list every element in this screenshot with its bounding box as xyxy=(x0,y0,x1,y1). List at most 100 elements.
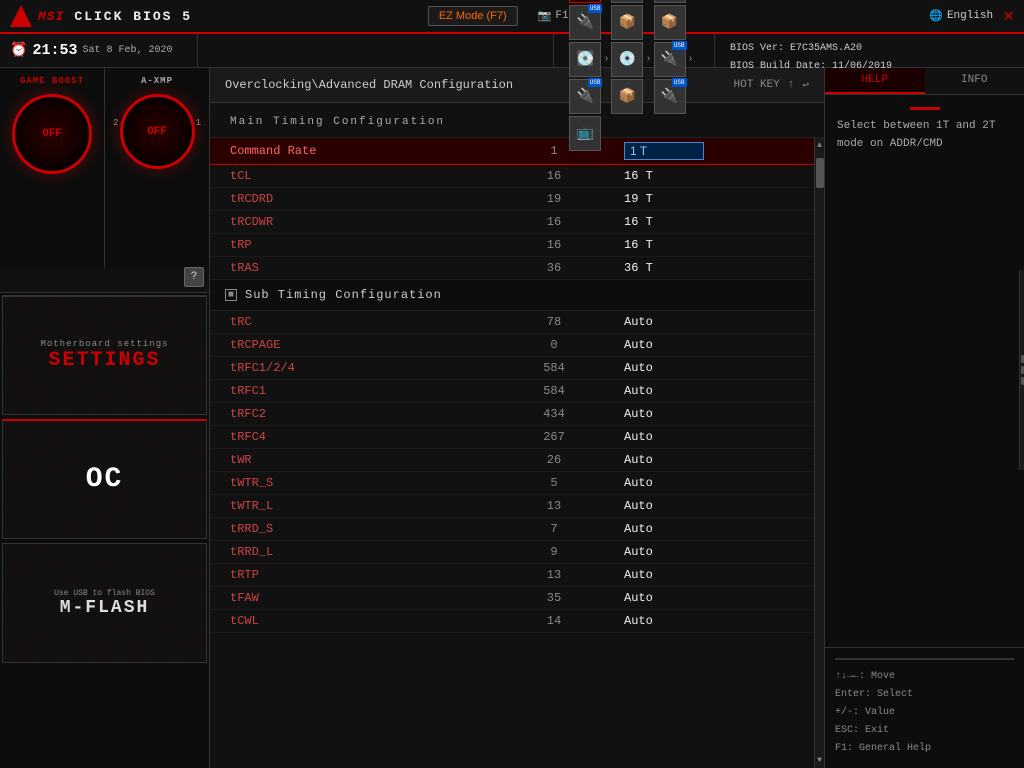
help-question-button[interactable]: ? xyxy=(184,267,204,287)
top-right: 🌐 English ✕ xyxy=(929,5,1014,27)
table-row[interactable]: tRFC1/2/4 584 Auto xyxy=(210,357,814,380)
section-title: Main Timing Configuration xyxy=(230,116,445,128)
table-row[interactable]: tRCDRD 19 19 T xyxy=(210,188,814,211)
boot-device-2[interactable]: 💿 xyxy=(611,0,643,3)
boot-device-usb-4[interactable]: 🔌 USB xyxy=(569,79,601,114)
time-display: 21:53 xyxy=(32,42,77,59)
usb-icon-3: 🔌 xyxy=(661,51,678,68)
settings-panel[interactable]: Motherboard settings SETTINGS xyxy=(2,295,207,415)
key-value: +/-: Value xyxy=(835,704,1014,722)
section-header: Main Timing Configuration xyxy=(210,103,824,138)
boot-device-6[interactable]: 💿 xyxy=(611,42,643,77)
help-tab[interactable]: HELP xyxy=(825,68,925,94)
usb-label-4: USB xyxy=(588,78,603,87)
boot-device-usb-2[interactable]: 🔌 USB xyxy=(569,5,601,40)
mflash-main-label: M-FLASH xyxy=(60,598,150,618)
key-esc: ESC: Exit xyxy=(835,722,1014,740)
right-panel: HELP INFO Select between 1T and 2T mode … xyxy=(824,68,1024,768)
boot-device-7[interactable]: 📦 xyxy=(611,79,643,114)
mflash-sub-label: Use USB to flash BIOS xyxy=(54,589,155,598)
language-button[interactable]: 🌐 English xyxy=(929,9,993,23)
usb-icon-4: 🔌 xyxy=(577,88,594,105)
table-row[interactable]: tRCDWR 16 16 T xyxy=(210,211,814,234)
key-move: ↑↓→←: Move xyxy=(835,668,1014,686)
msi-logo: MSI CLICK BIOS 5 xyxy=(0,5,202,27)
oc-panel-main: OC xyxy=(86,464,124,495)
close-button[interactable]: ✕ xyxy=(1003,5,1014,27)
boot-device-usb-3[interactable]: 🔌 USB xyxy=(654,42,686,77)
hdd-icon-1: 📦 xyxy=(619,14,636,31)
clock-icon: ⏰ xyxy=(10,42,27,59)
boot-device-3[interactable]: 📦 xyxy=(611,5,643,40)
table-row[interactable]: tRP 16 16 T xyxy=(210,234,814,257)
ez-mode-button[interactable]: EZ Mode (F7) xyxy=(428,6,518,26)
key-f1: F1: General Help xyxy=(835,740,1014,758)
cd-icon: 💿 xyxy=(619,51,636,68)
table-row[interactable]: tCWL 14 Auto xyxy=(210,610,814,633)
date-display: Sat 8 Feb, 2020 xyxy=(82,45,172,56)
boot-device-1[interactable]: 💿 xyxy=(569,0,601,3)
axmp-num-2: 2 xyxy=(113,118,118,128)
game-boost-state: OFF xyxy=(42,128,62,140)
bios-version: BIOS Ver: E7C35AMS.A20 xyxy=(730,40,1014,58)
camera-icon: 📷 xyxy=(538,9,552,23)
mflash-panel[interactable]: Use USB to flash BIOS M-FLASH xyxy=(2,543,207,663)
settings-table: Command Rate 1 tCL 16 16 T tRCDRD 19 19 … xyxy=(210,138,814,768)
scroll-up-arrow[interactable]: ▲ xyxy=(814,138,824,153)
table-row[interactable]: tRC 78 Auto xyxy=(210,311,814,334)
globe-icon: 🌐 xyxy=(929,9,943,23)
oc-panel[interactable]: OC xyxy=(2,419,207,539)
usb-icon-2: 🔌 xyxy=(577,14,594,31)
left-sidebar: GAME BOOST OFF A-XMP OFF 2 1 ? Motherboa… xyxy=(0,68,210,768)
box-icon: 📦 xyxy=(619,88,636,105)
usb-label-3: USB xyxy=(672,41,687,50)
table-row[interactable]: tRRD_S 7 Auto xyxy=(210,518,814,541)
sub-timing-header[interactable]: ■ Sub Timing Configuration xyxy=(210,280,814,311)
usb-icon-5: 🔌 xyxy=(661,88,678,105)
sub-timing-title: Sub Timing Configuration xyxy=(245,288,442,302)
table-row[interactable]: tCL 16 16 T xyxy=(210,165,814,188)
axmp-num-1: 1 xyxy=(196,118,201,128)
boost-xmp-section: GAME BOOST OFF A-XMP OFF 2 1 xyxy=(0,68,209,268)
boot-device-4[interactable]: 📦 xyxy=(654,5,686,40)
table-row[interactable]: tRRD_L 9 Auto xyxy=(210,541,814,564)
sub-timing-toggle[interactable]: ■ xyxy=(225,289,237,301)
keyboard-shortcuts: ↑↓→←: Move Enter: Select +/-: Value ESC:… xyxy=(825,647,1024,768)
right-tabs: HELP INFO xyxy=(825,68,1024,95)
help-text: Select between 1T and 2T mode on ADDR/CM… xyxy=(837,118,1012,153)
top-bar: MSI CLICK BIOS 5 EZ Mode (F7) 📷 F12 🌐 En… xyxy=(0,0,1024,34)
boot-device-usb-5[interactable]: 🔌 USB xyxy=(654,79,686,114)
scroll-down-arrow[interactable]: ▼ xyxy=(814,753,824,768)
boot-device-monitor[interactable]: 📺 xyxy=(569,116,601,151)
table-row[interactable]: tWTR_S 5 Auto xyxy=(210,472,814,495)
table-row[interactable]: tRFC1 584 Auto xyxy=(210,380,814,403)
floppy-icon: 💽 xyxy=(577,51,594,68)
key-enter: Enter: Select xyxy=(835,686,1014,704)
settings-panel-main: SETTINGS xyxy=(48,349,160,372)
table-row[interactable]: tRTP 13 Auto xyxy=(210,564,814,587)
boot-device-usb-1[interactable]: 🔌 USB xyxy=(654,0,686,3)
table-row[interactable]: tRFC2 434 Auto xyxy=(210,403,814,426)
bios-title-text: CLICK BIOS 5 xyxy=(74,9,192,24)
hdd-icon-2: 📦 xyxy=(661,14,678,31)
settings-panel-label: Motherboard settings xyxy=(40,339,168,349)
table-row[interactable]: tFAW 35 Auto xyxy=(210,587,814,610)
table-row[interactable]: Command Rate 1 xyxy=(210,138,814,165)
scrollbar[interactable]: ▲ ▼ xyxy=(814,138,824,768)
table-row[interactable]: tRFC4 267 Auto xyxy=(210,426,814,449)
scroll-thumb[interactable] xyxy=(816,158,824,188)
game-boost-knob[interactable]: OFF xyxy=(12,94,92,174)
msi-brand-text: MSI xyxy=(38,9,64,24)
info-tab[interactable]: INFO xyxy=(925,68,1024,94)
boot-device-5[interactable]: 💽 xyxy=(569,42,601,77)
table-row[interactable]: tRCPAGE 0 Auto xyxy=(210,334,814,357)
breadcrumb-path: Overclocking\Advanced DRAM Configuration xyxy=(225,78,513,92)
usb-label-2: USB xyxy=(588,4,603,13)
command-rate-input[interactable] xyxy=(624,142,704,160)
scroll-up-icon: ↑ xyxy=(788,79,795,91)
axmp-knob[interactable]: OFF xyxy=(120,94,195,169)
table-row[interactable]: tWR 26 Auto xyxy=(210,449,814,472)
back-icon[interactable]: ↩ xyxy=(802,78,809,92)
table-row[interactable]: tRAS 36 36 T xyxy=(210,257,814,280)
table-row[interactable]: tWTR_L 13 Auto xyxy=(210,495,814,518)
